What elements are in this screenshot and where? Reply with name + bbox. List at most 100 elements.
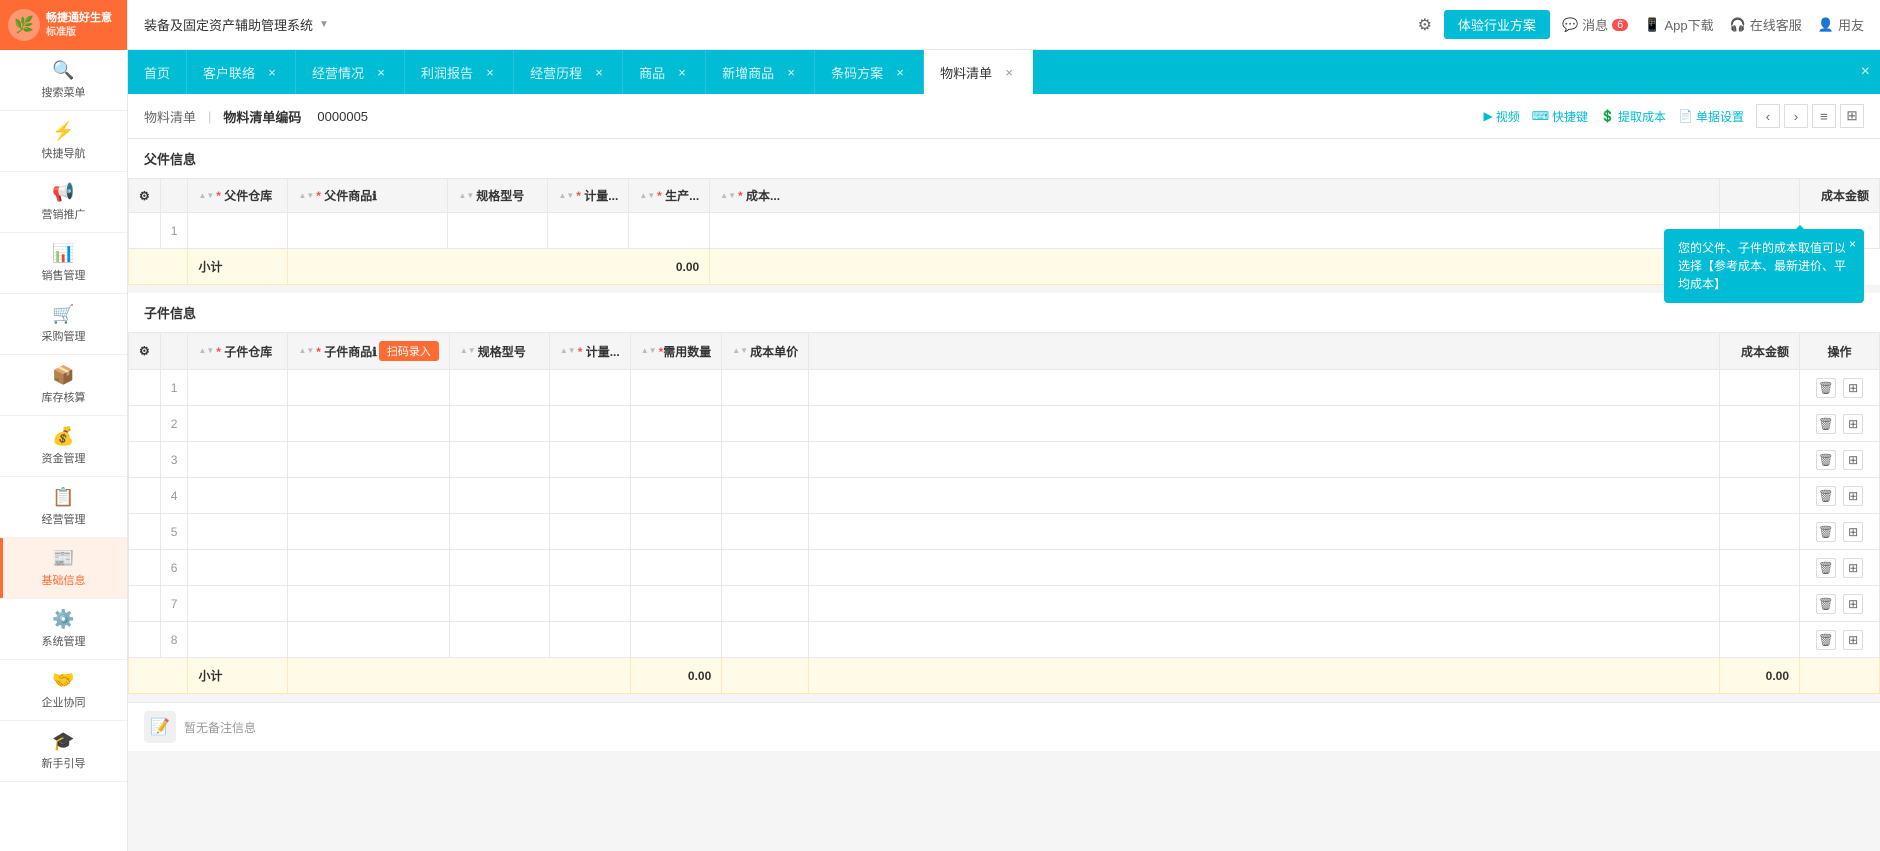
user-action[interactable]: 👤 用友	[1818, 15, 1864, 34]
tab-business[interactable]: 经营情况 ×	[296, 50, 405, 94]
note-icon[interactable]: 📝	[144, 711, 176, 743]
child-row-qty[interactable]	[630, 550, 722, 586]
parent-row-cost[interactable]	[710, 213, 1720, 249]
child-row-qty[interactable]	[630, 370, 722, 406]
child-row-unit[interactable]	[549, 406, 630, 442]
child-row-spec[interactable]	[449, 478, 549, 514]
extract-cost-action[interactable]: 💲 提取成本	[1600, 108, 1666, 125]
child-row-spec[interactable]	[449, 586, 549, 622]
sidebar-item-sales[interactable]: 📊 销售管理	[0, 233, 127, 294]
sidebar-item-marketing[interactable]: 📢 营销推广	[0, 172, 127, 233]
tab-add-goods-close[interactable]: ×	[784, 65, 798, 79]
copy-row-button[interactable]: ⊞	[1843, 522, 1863, 542]
delete-row-button[interactable]: 🗑	[1816, 594, 1836, 614]
child-row-spec[interactable]	[449, 406, 549, 442]
tab-customer-close[interactable]: ×	[265, 65, 279, 79]
child-row-qty[interactable]	[630, 622, 722, 658]
child-row-unitcost[interactable]	[722, 442, 809, 478]
message-action[interactable]: 💬 消息 6	[1562, 15, 1628, 34]
child-row-unitcost[interactable]	[722, 370, 809, 406]
breadcrumb-parent[interactable]: 物料清单	[144, 107, 196, 126]
tab-home[interactable]: 首页	[128, 50, 187, 94]
view-video-action[interactable]: ▶ 视频	[1483, 108, 1519, 125]
tab-profit[interactable]: 利润报告 ×	[405, 50, 514, 94]
parent-row-warehouse[interactable]	[188, 213, 288, 249]
child-row-unitcost[interactable]	[722, 514, 809, 550]
close-all-tabs[interactable]: ×	[1851, 63, 1880, 81]
child-row-goods[interactable]	[288, 478, 449, 514]
child-row-unit[interactable]	[549, 586, 630, 622]
delete-row-button[interactable]: 🗑	[1816, 486, 1836, 506]
child-row-unit[interactable]	[549, 370, 630, 406]
sidebar-item-purchase[interactable]: 🛒 采购管理	[0, 294, 127, 355]
sidebar-item-quicknav[interactable]: ⚡ 快捷导航	[0, 111, 127, 172]
child-row-warehouse[interactable]	[188, 586, 288, 622]
child-row-spec[interactable]	[449, 550, 549, 586]
child-row-unitcost[interactable]	[722, 622, 809, 658]
scan-button[interactable]: 扫码录入	[379, 341, 439, 361]
menu-button[interactable]: ≡	[1812, 104, 1836, 128]
child-row-spec[interactable]	[449, 442, 549, 478]
next-page-button[interactable]: ›	[1784, 104, 1808, 128]
sidebar-item-search[interactable]: 🔍 搜索菜单	[0, 50, 127, 111]
child-row-qty[interactable]	[630, 406, 722, 442]
child-row-qty[interactable]	[630, 478, 722, 514]
delete-row-button[interactable]: 🗑	[1816, 630, 1836, 650]
sidebar-item-inventory[interactable]: 📦 库存核算	[0, 355, 127, 416]
tooltip-close-button[interactable]: ×	[1849, 235, 1856, 253]
child-row-unitcost[interactable]	[722, 550, 809, 586]
child-row-warehouse[interactable]	[188, 442, 288, 478]
tab-goods-close[interactable]: ×	[675, 65, 689, 79]
trial-button[interactable]: 体验行业方案	[1444, 10, 1550, 39]
expand-button[interactable]: ⊞	[1840, 104, 1864, 128]
child-row-goods[interactable]	[288, 442, 449, 478]
child-row-unit[interactable]	[549, 514, 630, 550]
parent-row-prod[interactable]	[629, 213, 710, 249]
child-gear-icon[interactable]: ⚙	[139, 344, 150, 358]
copy-row-button[interactable]: ⊞	[1843, 450, 1863, 470]
delete-row-button[interactable]: 🗑	[1816, 450, 1836, 470]
tab-goods[interactable]: 商品 ×	[623, 50, 706, 94]
child-row-unitcost[interactable]	[722, 586, 809, 622]
child-row-warehouse[interactable]	[188, 550, 288, 586]
tab-barcode[interactable]: 条码方案 ×	[815, 50, 924, 94]
copy-row-button[interactable]: ⊞	[1843, 414, 1863, 434]
copy-row-button[interactable]: ⊞	[1843, 378, 1863, 398]
delete-row-button[interactable]: 🗑	[1816, 414, 1836, 434]
child-row-warehouse[interactable]	[188, 514, 288, 550]
tab-bom-close[interactable]: ×	[1002, 65, 1016, 79]
app-download-action[interactable]: 📱 App下载	[1644, 15, 1713, 34]
child-row-unitcost[interactable]	[722, 478, 809, 514]
delete-row-button[interactable]: 🗑	[1816, 522, 1836, 542]
child-row-goods[interactable]	[288, 514, 449, 550]
child-row-unit[interactable]	[549, 550, 630, 586]
single-setting-action[interactable]: 📄 单据设置	[1678, 108, 1744, 125]
shortcut-action[interactable]: ⌨ 快捷键	[1532, 108, 1588, 125]
child-row-unit[interactable]	[549, 442, 630, 478]
child-row-unit[interactable]	[549, 622, 630, 658]
tab-add-goods[interactable]: 新增商品 ×	[706, 50, 815, 94]
child-row-qty[interactable]	[630, 442, 722, 478]
child-row-warehouse[interactable]	[188, 406, 288, 442]
parent-row-unit[interactable]	[548, 213, 629, 249]
sidebar-item-enterprise[interactable]: 🤝 企业协同	[0, 660, 127, 721]
copy-row-button[interactable]: ⊞	[1843, 486, 1863, 506]
delete-row-button[interactable]: 🗑	[1816, 558, 1836, 578]
tab-barcode-close[interactable]: ×	[893, 65, 907, 79]
child-row-qty[interactable]	[630, 586, 722, 622]
parent-row-spec[interactable]	[448, 213, 548, 249]
tab-history[interactable]: 经营历程 ×	[514, 50, 623, 94]
sidebar-item-operations[interactable]: 📋 经营管理	[0, 477, 127, 538]
tab-business-close[interactable]: ×	[374, 65, 388, 79]
tab-history-close[interactable]: ×	[592, 65, 606, 79]
sidebar-item-basic[interactable]: 📰 基础信息	[0, 538, 127, 599]
child-row-qty[interactable]	[630, 514, 722, 550]
copy-row-button[interactable]: ⊞	[1843, 594, 1863, 614]
sidebar-item-guide[interactable]: 🎓 新手引导	[0, 721, 127, 782]
sidebar-item-finance[interactable]: 💰 资金管理	[0, 416, 127, 477]
copy-row-button[interactable]: ⊞	[1843, 558, 1863, 578]
delete-row-button[interactable]: 🗑	[1816, 378, 1836, 398]
online-service-action[interactable]: 🎧 在线客服	[1730, 15, 1802, 34]
gear-icon[interactable]: ⚙	[1418, 15, 1432, 35]
prev-page-button[interactable]: ‹	[1756, 104, 1780, 128]
